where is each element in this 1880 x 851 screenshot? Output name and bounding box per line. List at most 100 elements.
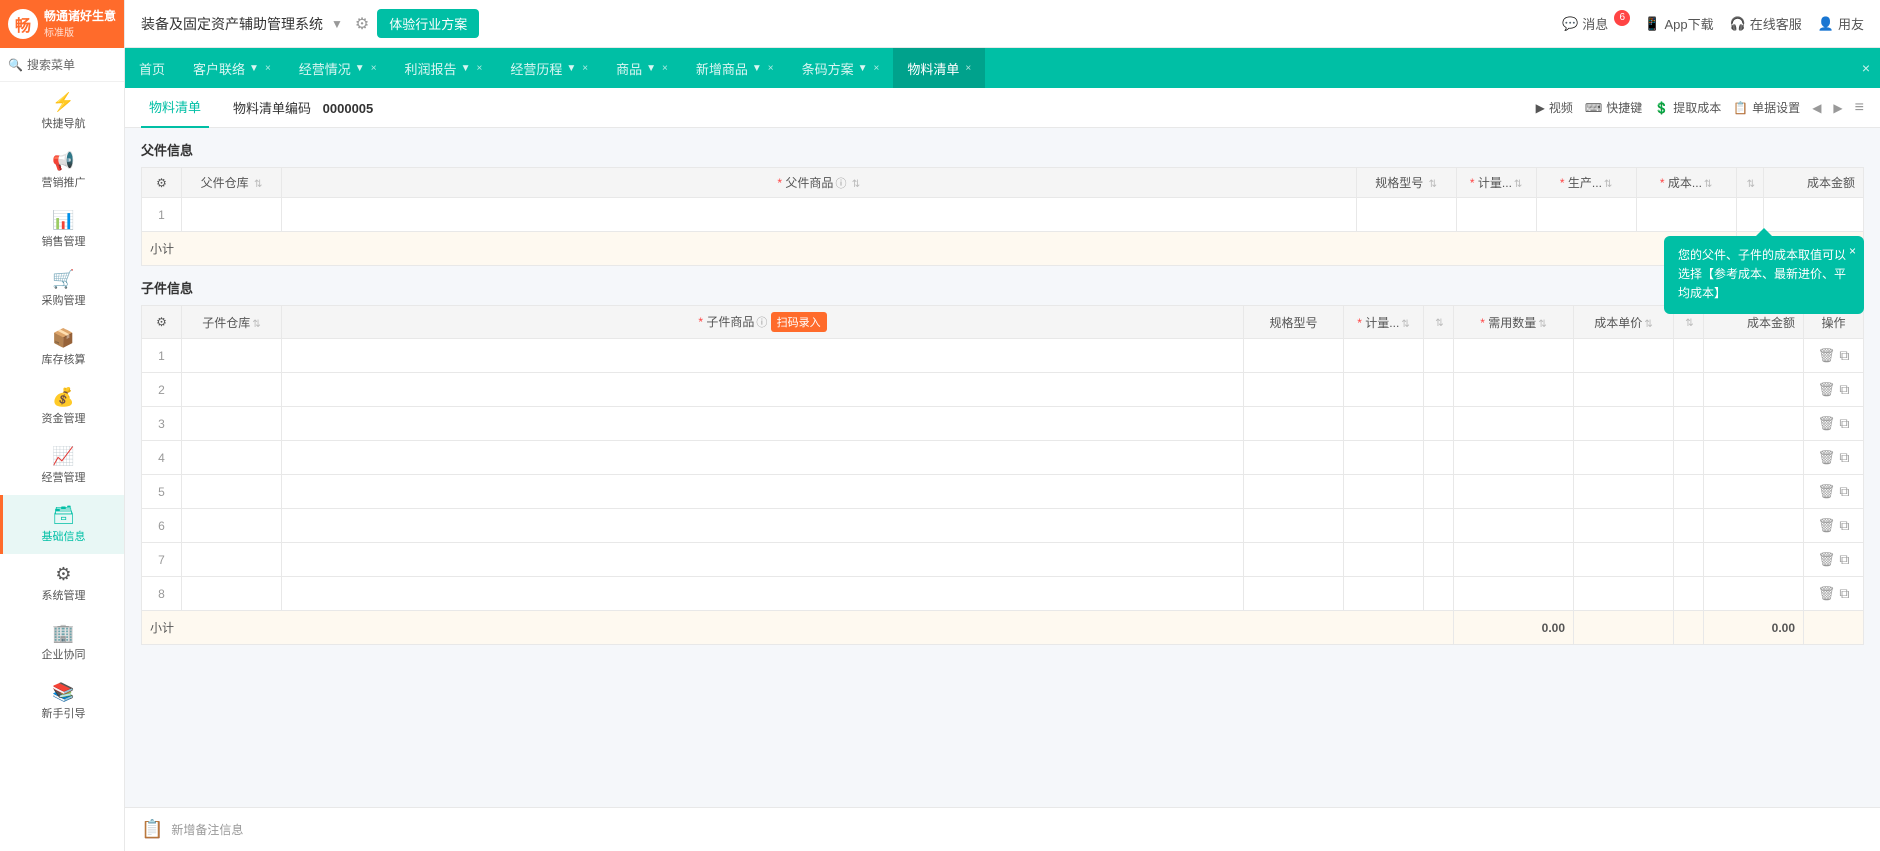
copy-icon-row-8[interactable]: ⧉: [1839, 585, 1849, 602]
child-row-8-qty[interactable]: [1454, 577, 1574, 611]
tab-history-close[interactable]: ×: [582, 63, 588, 74]
tab-bom[interactable]: 物料清单 ×: [893, 48, 985, 88]
delete-icon-row-5[interactable]: 🗑: [1818, 483, 1836, 500]
parent-row-1-cost[interactable]: [1636, 198, 1736, 232]
child-row-5-unit[interactable]: [1344, 475, 1424, 509]
child-row-2-product[interactable]: [282, 373, 1244, 407]
copy-icon-row-7[interactable]: ⧉: [1839, 551, 1849, 568]
online-service-button[interactable]: 🎧 在线客服: [1730, 14, 1802, 33]
child-row-5-spec[interactable]: [1244, 475, 1344, 509]
parent-row-1-spec[interactable]: [1356, 198, 1456, 232]
copy-icon-row-3[interactable]: ⧉: [1839, 415, 1849, 432]
child-row-2-amount[interactable]: [1704, 373, 1804, 407]
tab-goods-close[interactable]: ×: [662, 63, 668, 74]
child-row-5-amount[interactable]: [1704, 475, 1804, 509]
child-row-3-unit-cost[interactable]: [1574, 407, 1674, 441]
copy-icon-row-6[interactable]: ⧉: [1839, 517, 1849, 534]
sidebar-item-sales[interactable]: 📊 销售管理: [0, 200, 124, 259]
parent-row-1-product[interactable]: [282, 198, 1357, 232]
doc-settings-action[interactable]: 📋 单据设置: [1733, 99, 1800, 116]
child-row-5-qty[interactable]: [1454, 475, 1574, 509]
cost-action[interactable]: 💲 提取成本: [1654, 99, 1721, 116]
user-menu[interactable]: 👤 用友: [1818, 14, 1864, 33]
child-row-4-warehouse[interactable]: [182, 441, 282, 475]
sidebar-item-finance[interactable]: 💰 资金管理: [0, 377, 124, 436]
child-row-2-spec[interactable]: [1244, 373, 1344, 407]
tooltip-close-btn[interactable]: ×: [1849, 242, 1856, 261]
tab-operation-status[interactable]: 经营情况 ▼ ×: [285, 48, 391, 88]
child-row-3-warehouse[interactable]: [182, 407, 282, 441]
parent-row-1-unit[interactable]: [1456, 198, 1536, 232]
sidebar-item-operation[interactable]: 📈 经营管理: [0, 436, 124, 495]
child-row-6-unit-cost[interactable]: [1574, 509, 1674, 543]
sub-tab-bom-code[interactable]: 物料清单编码 0000005: [225, 98, 381, 117]
copy-icon-row-4[interactable]: ⧉: [1839, 449, 1849, 466]
sidebar-item-guide[interactable]: 📚 新手引导: [0, 672, 124, 731]
child-col-settings[interactable]: ⚙: [142, 306, 182, 339]
sidebar-search[interactable]: 🔍 搜索菜单: [0, 48, 124, 82]
parent-row-1-warehouse[interactable]: [182, 198, 282, 232]
child-row-6-spec[interactable]: [1244, 509, 1344, 543]
child-row-5-warehouse[interactable]: [182, 475, 282, 509]
nav-next-btn[interactable]: ▶: [1833, 101, 1842, 115]
sidebar-item-enterprise[interactable]: 🏢 企业协同: [0, 613, 124, 672]
copy-icon-row-5[interactable]: ⧉: [1839, 483, 1849, 500]
child-row-4-qty[interactable]: [1454, 441, 1574, 475]
child-row-8-warehouse[interactable]: [182, 577, 282, 611]
child-row-7-warehouse[interactable]: [182, 543, 282, 577]
shortcut-action[interactable]: ⌨ 快捷键: [1585, 99, 1642, 116]
child-row-7-unit[interactable]: [1344, 543, 1424, 577]
menu-btn[interactable]: ≡: [1855, 99, 1864, 117]
copy-icon-row-1[interactable]: ⧉: [1839, 347, 1849, 364]
child-row-7-product[interactable]: [282, 543, 1244, 577]
tab-bom-close[interactable]: ×: [965, 63, 971, 74]
child-row-2-qty[interactable]: [1454, 373, 1574, 407]
tab-new-goods-close[interactable]: ×: [768, 63, 774, 74]
child-row-8-spec[interactable]: [1244, 577, 1344, 611]
parent-row-1-amount[interactable]: [1764, 198, 1864, 232]
tab-barcode[interactable]: 条码方案 ▼ ×: [788, 48, 894, 88]
child-row-4-unit[interactable]: [1344, 441, 1424, 475]
child-row-1-qty[interactable]: [1454, 339, 1574, 373]
delete-icon-row-3[interactable]: 🗑: [1818, 415, 1836, 432]
tab-home[interactable]: 首页: [125, 48, 179, 88]
child-row-1-unit[interactable]: [1344, 339, 1424, 373]
delete-icon-row-6[interactable]: 🗑: [1818, 517, 1836, 534]
child-row-8-unit[interactable]: [1344, 577, 1424, 611]
child-row-6-warehouse[interactable]: [182, 509, 282, 543]
system-dropdown-icon[interactable]: ▼: [331, 17, 343, 31]
trial-button[interactable]: 体验行业方案: [377, 9, 479, 38]
delete-icon-row-8[interactable]: 🗑: [1818, 585, 1836, 602]
scan-button[interactable]: 扫码录入: [771, 312, 827, 332]
tab-goods[interactable]: 商品 ▼ ×: [602, 48, 682, 88]
delete-icon-row-7[interactable]: 🗑: [1818, 551, 1836, 568]
nav-prev-btn[interactable]: ◀: [1812, 101, 1821, 115]
child-row-3-amount[interactable]: [1704, 407, 1804, 441]
sub-tab-bom-list[interactable]: 物料清单: [141, 88, 209, 128]
child-row-2-unit-cost[interactable]: [1574, 373, 1674, 407]
tab-history[interactable]: 经营历程 ▼ ×: [496, 48, 602, 88]
nav-close-all[interactable]: ×: [1852, 60, 1880, 76]
child-row-4-product[interactable]: [282, 441, 1244, 475]
tab-operation-close[interactable]: ×: [371, 63, 377, 74]
tab-profit-close[interactable]: ×: [476, 63, 482, 74]
child-row-4-amount[interactable]: [1704, 441, 1804, 475]
child-row-1-unit-cost[interactable]: [1574, 339, 1674, 373]
tab-profit[interactable]: 利润报告 ▼ ×: [391, 48, 497, 88]
child-row-7-qty[interactable]: [1454, 543, 1574, 577]
child-row-6-qty[interactable]: [1454, 509, 1574, 543]
child-row-6-unit[interactable]: [1344, 509, 1424, 543]
parent-row-1-producer[interactable]: [1536, 198, 1636, 232]
message-button[interactable]: 💬 消息 6: [1562, 14, 1628, 33]
child-row-5-unit-cost[interactable]: [1574, 475, 1674, 509]
view-action[interactable]: ▶ 视频: [1536, 99, 1573, 116]
child-row-8-amount[interactable]: [1704, 577, 1804, 611]
child-row-2-warehouse[interactable]: [182, 373, 282, 407]
delete-icon-row-2[interactable]: 🗑: [1818, 381, 1836, 398]
child-row-6-amount[interactable]: [1704, 509, 1804, 543]
child-row-6-product[interactable]: [282, 509, 1244, 543]
sidebar-item-basic[interactable]: 🗃 基础信息: [0, 495, 124, 554]
child-row-7-unit-cost[interactable]: [1574, 543, 1674, 577]
child-row-1-warehouse[interactable]: [182, 339, 282, 373]
child-row-3-qty[interactable]: [1454, 407, 1574, 441]
